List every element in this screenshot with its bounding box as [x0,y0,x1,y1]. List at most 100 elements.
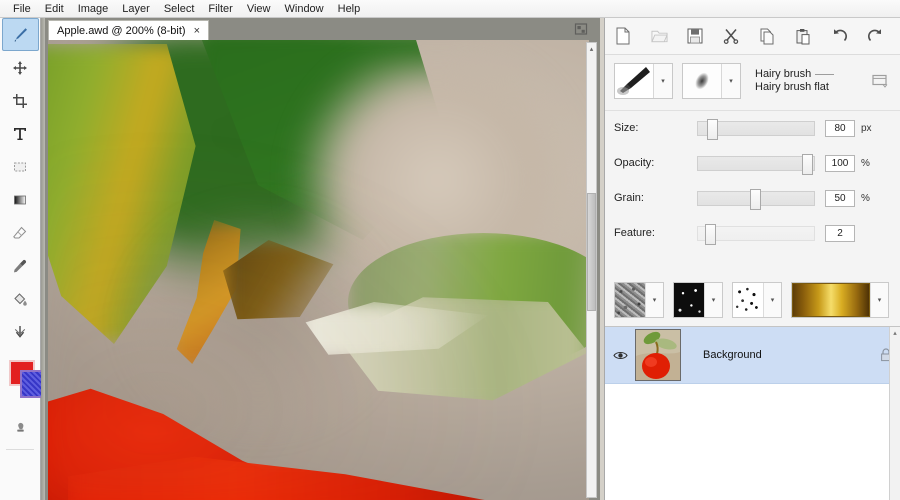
eraser-tool[interactable] [2,216,39,249]
paintbrush-tool[interactable] [1,18,39,51]
paste-button[interactable] [785,19,821,53]
copy-button[interactable] [749,19,785,53]
gradient-tool[interactable] [2,183,39,216]
panel-toggle-icon[interactable] [574,22,588,36]
opacity-slider-thumb[interactable] [802,153,814,175]
feature-slider-row: Feature: 2 [605,221,900,245]
grain-slider-thumb[interactable] [750,188,762,210]
stencil-swatch[interactable] [733,283,763,317]
crop-icon [13,93,27,108]
menu-item-image[interactable]: Image [71,1,116,17]
panel-toolbar [605,18,900,55]
pattern-swatch-picker[interactable]: ▾ [673,282,723,318]
chevron-down-icon[interactable]: ▾ [870,283,888,317]
brush-options-icon[interactable] [872,74,888,88]
chevron-down-icon[interactable]: ▾ [645,283,663,317]
smudge-tool[interactable] [2,315,39,348]
fill-tool[interactable] [2,282,39,315]
grain-unit: % [861,192,870,204]
chevron-down-icon[interactable]: ▾ [704,283,722,317]
stamp-tool[interactable] [2,412,39,445]
redo-arrow-icon [867,29,881,42]
size-slider-thumb[interactable] [707,118,719,140]
brush-tip-preview [683,64,721,98]
opacity-slider[interactable] [697,153,815,175]
opacity-value[interactable]: 100 [825,154,855,172]
size-label: Size: [614,122,639,134]
gradient-swatch[interactable] [792,283,870,317]
feature-slider-thumb[interactable] [704,223,716,245]
cut-button[interactable] [713,19,749,53]
canvas-vertical-scrollbar[interactable]: ▴ [586,42,597,498]
canvas-artwork[interactable] [48,40,589,500]
menu-item-help[interactable]: Help [331,1,368,17]
move-icon [13,60,27,75]
brush-name-primary: Hairy brush [755,68,812,80]
document-tab-title: Apple.awd @ 200% (8-bit) [57,24,186,37]
artwork-soft-pass [48,40,589,500]
grain-value[interactable]: 50 [825,189,855,207]
table-row[interactable]: Background [605,327,900,384]
smudge-arrow-icon [14,325,26,338]
brush-tool-picker[interactable]: ▾ [614,63,673,99]
scrollbar-thumb[interactable] [587,193,596,311]
texture-swatch-picker[interactable]: ▾ [614,282,664,318]
feature-value[interactable]: 2 [825,224,855,242]
canvas-area: Apple.awd @ 200% (8-bit) × ▴ [45,18,600,500]
menu-item-edit[interactable]: Edit [38,1,71,17]
feature-slider[interactable] [697,223,815,245]
menu-item-window[interactable]: Window [278,1,331,17]
scroll-up-icon[interactable]: ▴ [587,43,596,54]
rectangle-icon [14,162,26,171]
stencil-swatch-picker[interactable]: ▾ [732,282,782,318]
eye-icon[interactable] [605,350,635,361]
document-tab[interactable]: Apple.awd @ 200% (8-bit) × [48,20,209,40]
scissors-icon [723,29,739,44]
right-panel: ▾ ▾ Hairy brush Hairy brush flat Size: 8… [604,18,900,500]
eyedropper-icon [14,259,27,272]
layers-scrollbar[interactable]: ▴ [889,327,900,500]
pattern-swatch[interactable] [674,283,704,317]
menu-item-file[interactable]: File [6,1,38,17]
redo-button[interactable] [857,19,893,53]
open-folder-icon [650,30,668,43]
close-icon[interactable]: × [194,25,200,37]
menu-item-view[interactable]: View [240,1,278,17]
brush-tool-preview [615,64,653,98]
move-tool[interactable] [2,51,39,84]
shape-tool[interactable] [2,150,39,183]
menu-item-layer[interactable]: Layer [115,1,157,17]
menu-bar: File Edit Image Layer Select Filter View… [0,0,900,18]
opacity-label: Opacity: [614,157,655,169]
crop-tool[interactable] [2,84,39,117]
size-slider[interactable] [697,118,815,140]
application-window: File Edit Image Layer Select Filter View… [0,0,900,500]
grain-label: Grain: [614,192,644,204]
chevron-down-icon[interactable]: ▾ [721,64,740,98]
scroll-up-icon[interactable]: ▴ [890,327,900,338]
paste-icon [796,28,810,44]
grain-slider[interactable] [697,188,815,210]
new-document-icon [616,27,630,45]
opacity-unit: % [861,157,870,169]
size-value[interactable]: 80 [825,119,855,137]
stamp-icon [16,422,24,432]
brush-name-rule [815,74,834,75]
text-icon [14,127,26,140]
panel-divider [605,110,900,111]
brush-tip-picker[interactable]: ▾ [682,63,741,99]
open-button[interactable] [641,19,677,53]
menu-item-filter[interactable]: Filter [201,1,239,17]
chevron-down-icon[interactable]: ▾ [763,283,781,317]
chevron-down-icon[interactable]: ▾ [653,64,672,98]
gradient-swatch-picker[interactable]: ▾ [791,282,889,318]
background-color-swatch[interactable] [20,370,48,398]
dropper-tool[interactable] [2,249,39,282]
size-slider-row: Size: 80 px [605,116,900,140]
new-button[interactable] [605,19,641,53]
save-button[interactable] [677,19,713,53]
undo-button[interactable] [821,19,857,53]
text-tool[interactable] [2,117,39,150]
menu-item-select[interactable]: Select [157,1,202,17]
texture-swatch[interactable] [615,283,645,317]
